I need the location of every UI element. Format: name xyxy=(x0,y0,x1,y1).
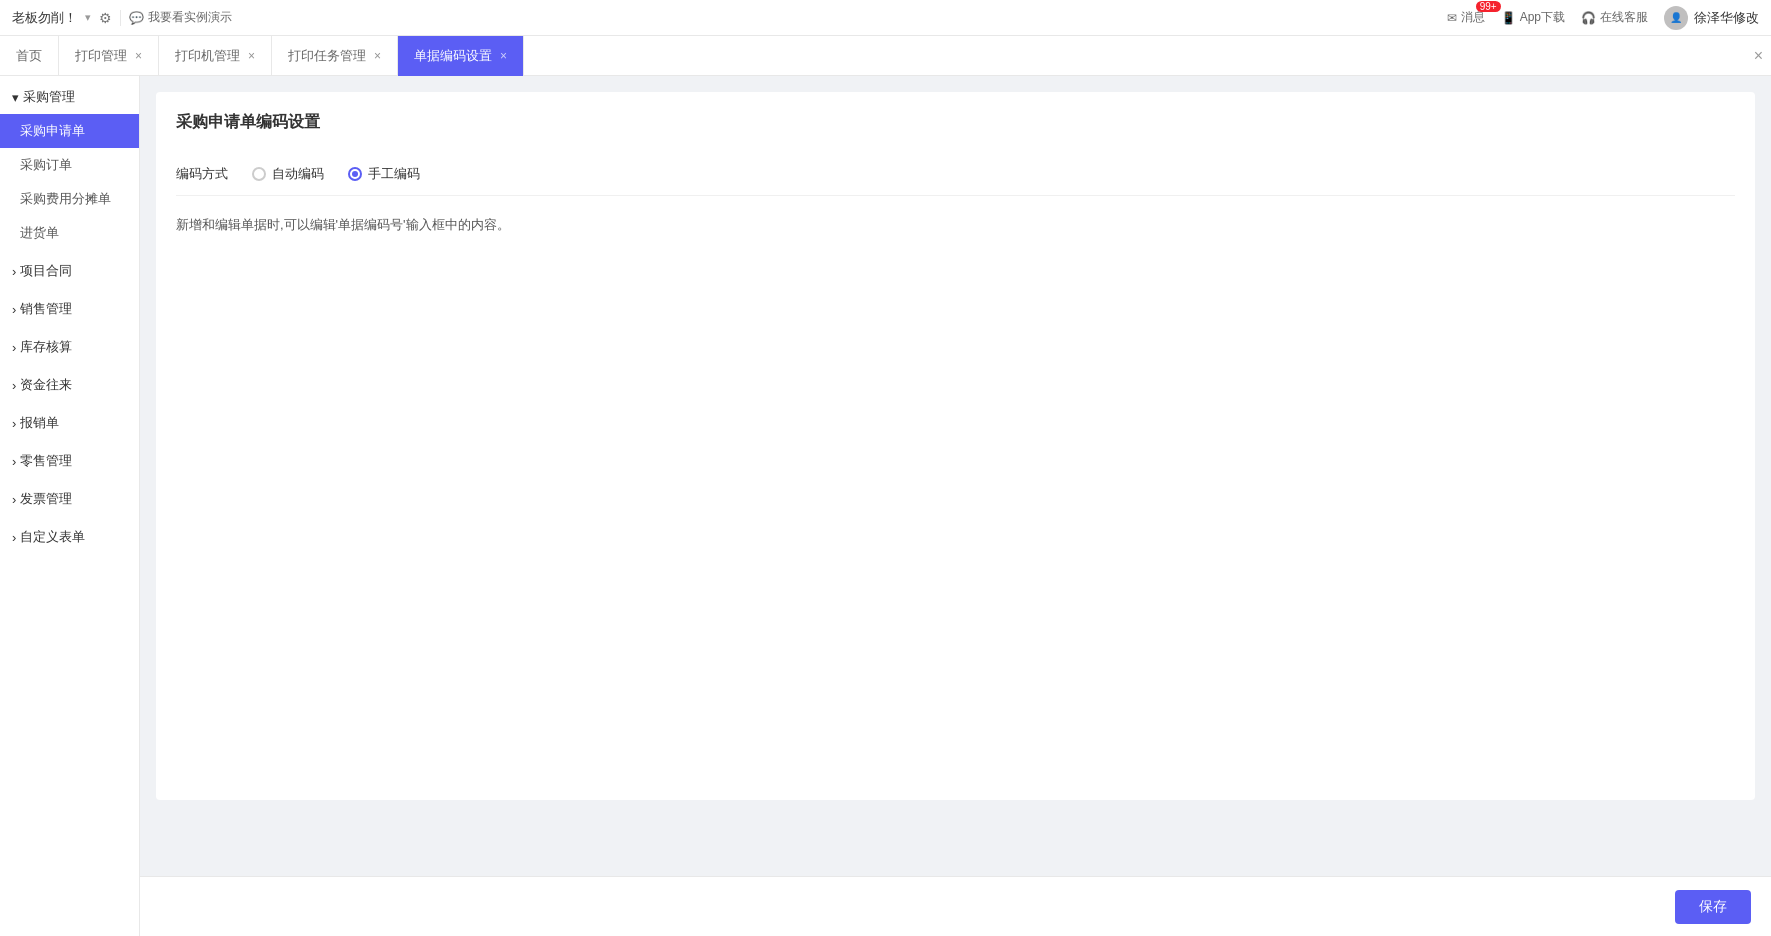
notice-badge: 99+ xyxy=(1476,1,1501,12)
collapse-icon: ▾ xyxy=(12,90,19,105)
sidebar-item-stock-in[interactable]: 进货单 xyxy=(0,216,139,250)
sidebar-item-purchase-request-label: 采购申请单 xyxy=(20,123,85,138)
divider xyxy=(120,10,121,26)
sidebar-group-custom-form-label: 自定义表单 xyxy=(20,528,85,546)
sidebar: ▾ 采购管理 采购申请单 采购订单 采购费用分摊单 进货单 › 项目合同 xyxy=(0,76,140,936)
sidebar-group-project: › 项目合同 xyxy=(0,254,139,288)
sidebar-group-sales-label: 销售管理 xyxy=(20,300,72,318)
tab-bar-close-icon[interactable]: × xyxy=(1754,47,1763,65)
sidebar-group-purchase-label: 采购管理 xyxy=(23,88,75,106)
tab-print-manage-label: 打印管理 xyxy=(75,47,127,65)
tab-code-setting[interactable]: 单据编码设置 × xyxy=(398,36,524,76)
sidebar-item-purchase-request[interactable]: 采购申请单 xyxy=(0,114,139,148)
top-bar: 老板勿削！ ▾ ⚙ 💬 我要看实例演示 ✉ 消息 99+ 📱 App下载 🎧 在… xyxy=(0,0,1771,36)
sidebar-group-returns-title[interactable]: › 报销单 xyxy=(0,406,139,440)
auto-code-radio[interactable] xyxy=(252,167,266,181)
brand-chevron[interactable]: ▾ xyxy=(85,11,91,24)
example-icon: 💬 xyxy=(129,11,144,25)
encoding-method-row: 编码方式 自动编码 手工编码 xyxy=(176,153,1735,196)
tab-home-label: 首页 xyxy=(16,47,42,65)
tab-printer-manage-close[interactable]: × xyxy=(248,49,255,63)
sidebar-group-retail-label: 零售管理 xyxy=(20,452,72,470)
online-service-button[interactable]: 🎧 在线客服 xyxy=(1581,9,1648,26)
tab-home[interactable]: 首页 xyxy=(0,36,59,76)
encoding-label: 编码方式 xyxy=(176,165,228,183)
expand-icon-returns: › xyxy=(12,416,16,431)
sidebar-group-capital-title[interactable]: › 资金往来 xyxy=(0,368,139,402)
example-text: 我要看实例演示 xyxy=(148,9,232,26)
sidebar-group-retail: › 零售管理 xyxy=(0,444,139,478)
message-icon: ✉ xyxy=(1447,11,1457,25)
app-download-button[interactable]: 📱 App下载 xyxy=(1501,9,1565,26)
sidebar-group-capital-label: 资金往来 xyxy=(20,376,72,394)
tab-bar: 首页 打印管理 × 打印机管理 × 打印任务管理 × 单据编码设置 × × xyxy=(0,36,1771,76)
brand-title: 老板勿削！ xyxy=(12,9,77,27)
sidebar-item-purchase-order[interactable]: 采购订单 xyxy=(0,148,139,182)
sidebar-item-purchase-expense[interactable]: 采购费用分摊单 xyxy=(0,182,139,216)
tab-printer-manage[interactable]: 打印机管理 × xyxy=(159,36,272,76)
expand-icon-capital: › xyxy=(12,378,16,393)
sidebar-group-purchase: ▾ 采购管理 采购申请单 采购订单 采购费用分摊单 进货单 xyxy=(0,80,139,250)
tab-code-setting-close[interactable]: × xyxy=(500,49,507,63)
save-button[interactable]: 保存 xyxy=(1675,890,1751,924)
expand-icon-project: › xyxy=(12,264,16,279)
tab-print-task-close[interactable]: × xyxy=(374,49,381,63)
headset-icon: 🎧 xyxy=(1581,11,1596,25)
sidebar-group-inventory-label: 库存核算 xyxy=(20,338,72,356)
sidebar-item-stock-in-label: 进货单 xyxy=(20,225,59,240)
sidebar-group-invoice: › 发票管理 xyxy=(0,482,139,516)
tab-print-task-label: 打印任务管理 xyxy=(288,47,366,65)
sidebar-group-inventory: › 库存核算 xyxy=(0,330,139,364)
tab-print-manage[interactable]: 打印管理 × xyxy=(59,36,159,76)
page-title: 采购申请单编码设置 xyxy=(176,112,1735,133)
tab-print-task[interactable]: 打印任务管理 × xyxy=(272,36,398,76)
gear-icon[interactable]: ⚙ xyxy=(99,10,112,26)
expand-icon-custom-form: › xyxy=(12,530,16,545)
auto-code-option[interactable]: 自动编码 xyxy=(252,165,324,183)
sidebar-group-capital: › 资金往来 xyxy=(0,368,139,402)
top-bar-left: 老板勿削！ ▾ ⚙ 💬 我要看实例演示 xyxy=(12,9,232,27)
main-card: 采购申请单编码设置 编码方式 自动编码 手工编码 新增和编辑单据时,可以编辑'单… xyxy=(156,92,1755,800)
tab-printer-manage-label: 打印机管理 xyxy=(175,47,240,65)
manual-code-option[interactable]: 手工编码 xyxy=(348,165,420,183)
sidebar-group-retail-title[interactable]: › 零售管理 xyxy=(0,444,139,478)
avatar: 👤 xyxy=(1664,6,1688,30)
auto-code-label: 自动编码 xyxy=(272,165,324,183)
manual-code-label: 手工编码 xyxy=(368,165,420,183)
example-link[interactable]: 💬 我要看实例演示 xyxy=(129,9,232,26)
sidebar-group-sales-title[interactable]: › 销售管理 xyxy=(0,292,139,326)
expand-icon-inventory: › xyxy=(12,340,16,355)
service-label: 在线客服 xyxy=(1600,9,1648,26)
manual-code-radio[interactable] xyxy=(348,167,362,181)
sidebar-group-invoice-label: 发票管理 xyxy=(20,490,72,508)
sidebar-group-custom-form: › 自定义表单 xyxy=(0,520,139,554)
notice-button[interactable]: ✉ 消息 99+ xyxy=(1447,9,1485,26)
sidebar-group-project-title[interactable]: › 项目合同 xyxy=(0,254,139,288)
content-main: 采购申请单编码设置 编码方式 自动编码 手工编码 新增和编辑单据时,可以编辑'单… xyxy=(140,76,1771,876)
user-menu[interactable]: 👤 徐泽华修改 xyxy=(1664,6,1759,30)
content-footer: 保存 xyxy=(140,876,1771,936)
main-layout: ▾ 采购管理 采购申请单 采购订单 采购费用分摊单 进货单 › 项目合同 xyxy=(0,76,1771,936)
hint-text: 新增和编辑单据时,可以编辑'单据编码号'输入框中的内容。 xyxy=(176,216,1735,234)
sidebar-group-project-label: 项目合同 xyxy=(20,262,72,280)
sidebar-group-sales: › 销售管理 xyxy=(0,292,139,326)
expand-icon-invoice: › xyxy=(12,492,16,507)
expand-icon-sales: › xyxy=(12,302,16,317)
sidebar-group-inventory-title[interactable]: › 库存核算 xyxy=(0,330,139,364)
sidebar-group-purchase-title[interactable]: ▾ 采购管理 xyxy=(0,80,139,114)
sidebar-item-purchase-expense-label: 采购费用分摊单 xyxy=(20,191,111,206)
phone-icon: 📱 xyxy=(1501,11,1516,25)
sidebar-group-returns-label: 报销单 xyxy=(20,414,59,432)
sidebar-group-returns: › 报销单 xyxy=(0,406,139,440)
sidebar-group-custom-form-title[interactable]: › 自定义表单 xyxy=(0,520,139,554)
user-name: 徐泽华修改 xyxy=(1694,9,1759,27)
top-bar-right: ✉ 消息 99+ 📱 App下载 🎧 在线客服 👤 徐泽华修改 xyxy=(1447,6,1759,30)
app-label: App下载 xyxy=(1520,9,1565,26)
expand-icon-retail: › xyxy=(12,454,16,469)
sidebar-group-invoice-title[interactable]: › 发票管理 xyxy=(0,482,139,516)
tab-print-manage-close[interactable]: × xyxy=(135,49,142,63)
content-area: 采购申请单编码设置 编码方式 自动编码 手工编码 新增和编辑单据时,可以编辑'单… xyxy=(140,76,1771,936)
sidebar-item-purchase-order-label: 采购订单 xyxy=(20,157,72,172)
tab-code-setting-label: 单据编码设置 xyxy=(414,47,492,65)
